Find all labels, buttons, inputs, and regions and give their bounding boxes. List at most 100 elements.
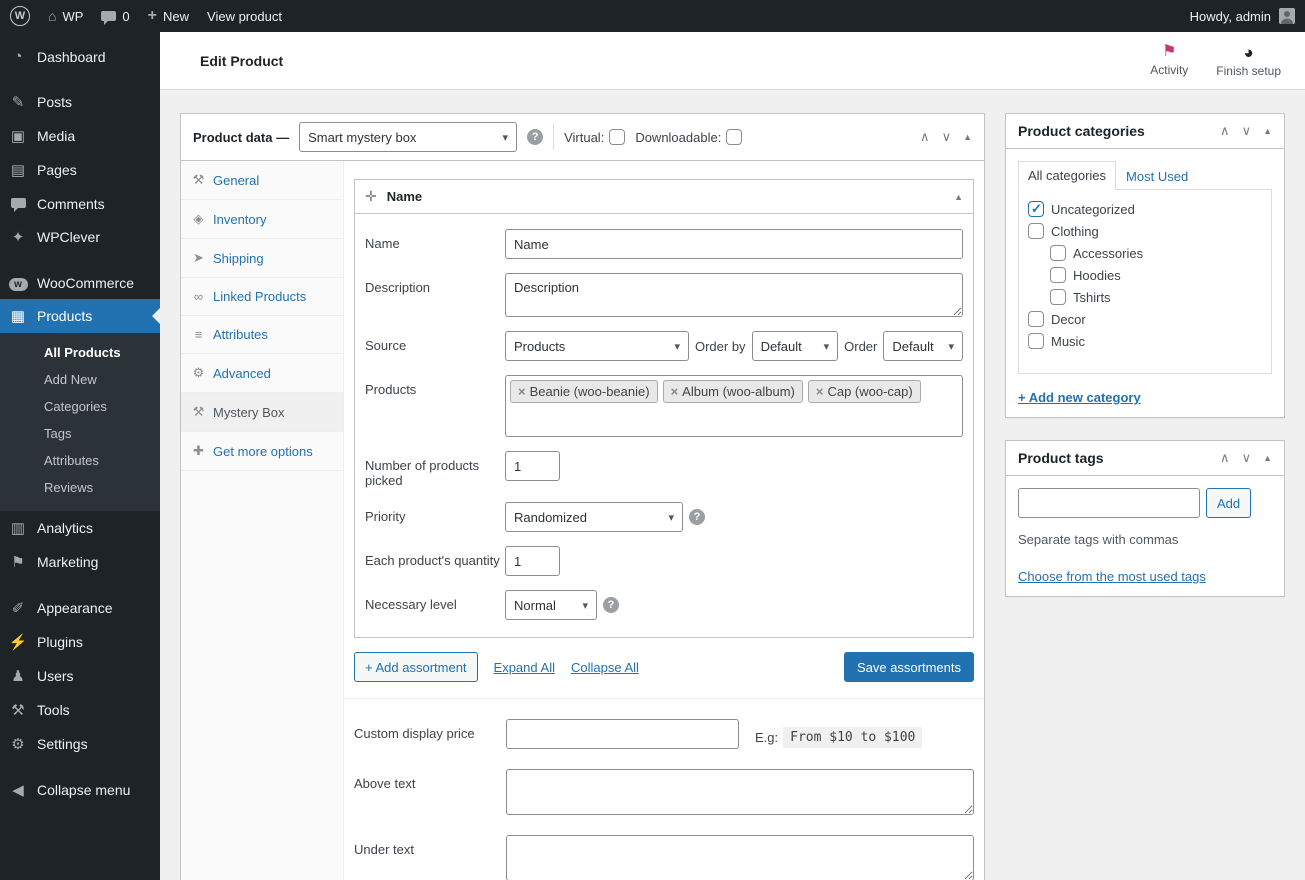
under-text-textarea[interactable]	[506, 835, 974, 880]
sidebar-item-wpclever[interactable]: ✦ WPClever	[0, 220, 160, 254]
submenu-item-categories[interactable]: Categories	[0, 393, 160, 420]
sidebar-item-marketing[interactable]: ⚑ Marketing	[0, 545, 160, 579]
category-checkbox[interactable]	[1028, 311, 1044, 327]
collapse-toggle-icon[interactable]: ▲	[1263, 453, 1272, 463]
remove-tag-icon[interactable]	[671, 384, 679, 399]
source-select[interactable]: Products	[505, 331, 689, 361]
help-icon[interactable]	[527, 129, 543, 145]
category-checklist[interactable]: Uncategorized Clothing Accessories	[1018, 189, 1272, 374]
submenu-item-tags[interactable]: Tags	[0, 420, 160, 447]
sidebar-item-dashboard[interactable]: ◔ Dashboard	[0, 40, 160, 73]
quantity-input[interactable]	[505, 546, 560, 576]
sidebar-item-posts[interactable]: ✎ Posts	[0, 85, 160, 119]
new-content-link[interactable]: + New	[148, 8, 189, 24]
sidebar-item-media[interactable]: ▣ Media	[0, 119, 160, 153]
products-multiselect[interactable]: Beanie (woo-beanie) Album (woo-album)	[505, 375, 963, 437]
sidebar-item-collapse-menu[interactable]: ◀ Collapse menu	[0, 773, 160, 807]
sidebar-item-products[interactable]: ▦ Products	[0, 299, 160, 333]
wordpress-menu[interactable]: W	[10, 6, 30, 26]
add-tag-button[interactable]: Add	[1206, 488, 1251, 518]
view-product-link[interactable]: View product	[207, 9, 282, 24]
move-up-icon[interactable]: ∧	[1220, 450, 1230, 466]
add-new-category-link[interactable]: + Add new category	[1018, 390, 1141, 405]
collapse-toggle-icon[interactable]: ▲	[963, 132, 972, 142]
category-item-clothing[interactable]: Clothing	[1028, 220, 1262, 242]
category-checkbox[interactable]	[1050, 267, 1066, 283]
move-down-icon[interactable]: ∨	[1242, 450, 1252, 466]
sidebar-item-pages[interactable]: ▤ Pages	[0, 153, 160, 187]
tab-linked-products[interactable]: ∞ Linked Products	[181, 278, 343, 316]
tab-get-more-options[interactable]: ✚ Get more options	[181, 432, 343, 471]
tab-mystery-box[interactable]: ⚒ Mystery Box	[181, 393, 343, 432]
sidebar-item-settings[interactable]: ⚙ Settings	[0, 727, 160, 761]
activity-button[interactable]: ⚑ Activity	[1150, 44, 1188, 77]
sidebar-item-analytics[interactable]: ▥ Analytics	[0, 511, 160, 545]
category-item-uncategorized[interactable]: Uncategorized	[1028, 198, 1262, 220]
add-assortment-button[interactable]: + Add assortment	[354, 652, 478, 682]
most-used-tags-link[interactable]: Choose from the most used tags	[1018, 569, 1206, 584]
my-account-link[interactable]: Howdy, admin	[1190, 8, 1295, 24]
sidebar-item-woocommerce[interactable]: w WooCommerce	[0, 266, 160, 299]
sidebar-item-tools[interactable]: ⚒ Tools	[0, 693, 160, 727]
virtual-checkbox[interactable]	[609, 129, 625, 145]
expand-all-link[interactable]: Expand All	[494, 660, 555, 675]
assortment-header: Name ▲	[355, 180, 973, 214]
assortment-collapse-icon[interactable]: ▲	[954, 192, 963, 202]
submenu-item-add-new[interactable]: Add New	[0, 366, 160, 393]
move-up-icon[interactable]: ∧	[1220, 123, 1230, 139]
tab-general[interactable]: ⚒ General	[181, 161, 343, 200]
submenu-item-all-products[interactable]: All Products	[0, 339, 160, 366]
category-checkbox[interactable]	[1050, 289, 1066, 305]
submenu-item-reviews[interactable]: Reviews	[0, 474, 160, 501]
sidebar-item-comments[interactable]: Comments	[0, 187, 160, 220]
help-icon[interactable]	[603, 597, 619, 613]
order-select[interactable]: Default	[883, 331, 963, 361]
remove-tag-icon[interactable]	[518, 384, 526, 399]
help-icon[interactable]	[689, 509, 705, 525]
name-input[interactable]	[505, 229, 963, 259]
tab-label: Shipping	[213, 251, 264, 266]
sidebar-item-appearance[interactable]: ✐ Appearance	[0, 591, 160, 625]
order-by-select[interactable]: Default	[752, 331, 839, 361]
level-select[interactable]: Normal	[505, 590, 597, 620]
category-checkbox[interactable]	[1028, 223, 1044, 239]
new-tag-input[interactable]	[1018, 488, 1200, 518]
collapse-all-link[interactable]: Collapse All	[571, 660, 639, 675]
category-checkbox[interactable]	[1028, 333, 1044, 349]
submenu-item-attributes[interactable]: Attributes	[0, 447, 160, 474]
category-checkbox[interactable]	[1028, 201, 1044, 217]
tab-attributes[interactable]: ≡ Attributes	[181, 316, 343, 354]
above-text-textarea[interactable]	[506, 769, 974, 815]
number-picked-input[interactable]	[505, 451, 560, 481]
page-header: Edit Product ⚑ Activity ◕ Finish setup	[160, 32, 1305, 90]
category-item-music[interactable]: Music	[1028, 330, 1262, 352]
tab-advanced[interactable]: ⚙ Advanced	[181, 354, 343, 393]
comments-admin-bar-link[interactable]: 0	[101, 9, 129, 24]
category-item-tshirts[interactable]: Tshirts	[1050, 286, 1262, 308]
custom-price-input[interactable]	[506, 719, 739, 749]
sidebar-item-users[interactable]: ♟ Users	[0, 659, 160, 693]
product-type-select[interactable]: Smart mystery box	[299, 122, 517, 152]
site-name-link[interactable]: ⌂ WP	[48, 9, 83, 24]
description-textarea[interactable]: Description	[505, 273, 963, 317]
move-up-icon[interactable]: ∧	[920, 129, 930, 145]
collapse-toggle-icon[interactable]: ▲	[1263, 126, 1272, 136]
move-down-icon[interactable]: ∨	[1242, 123, 1252, 139]
category-item-accessories[interactable]: Accessories	[1050, 242, 1262, 264]
remove-tag-icon[interactable]	[816, 384, 824, 399]
save-assortments-button[interactable]: Save assortments	[844, 652, 974, 682]
finish-setup-button[interactable]: ◕ Finish setup	[1216, 44, 1281, 78]
category-item-decor[interactable]: Decor	[1028, 308, 1262, 330]
category-item-hoodies[interactable]: Hoodies	[1050, 264, 1262, 286]
sidebar-item-plugins[interactable]: ⚡ Plugins	[0, 625, 160, 659]
category-checkbox[interactable]	[1050, 245, 1066, 261]
tab-most-used[interactable]: Most Used	[1116, 163, 1198, 190]
tab-inventory[interactable]: ◈ Inventory	[181, 200, 343, 239]
categories-box-title: Product categories	[1018, 123, 1145, 139]
priority-select[interactable]: Randomized	[505, 502, 683, 532]
tab-shipping[interactable]: ➤ Shipping	[181, 239, 343, 278]
tab-all-categories[interactable]: All categories	[1018, 161, 1116, 190]
downloadable-checkbox[interactable]	[726, 129, 742, 145]
move-handle-icon[interactable]	[365, 188, 377, 205]
move-down-icon[interactable]: ∨	[942, 129, 952, 145]
